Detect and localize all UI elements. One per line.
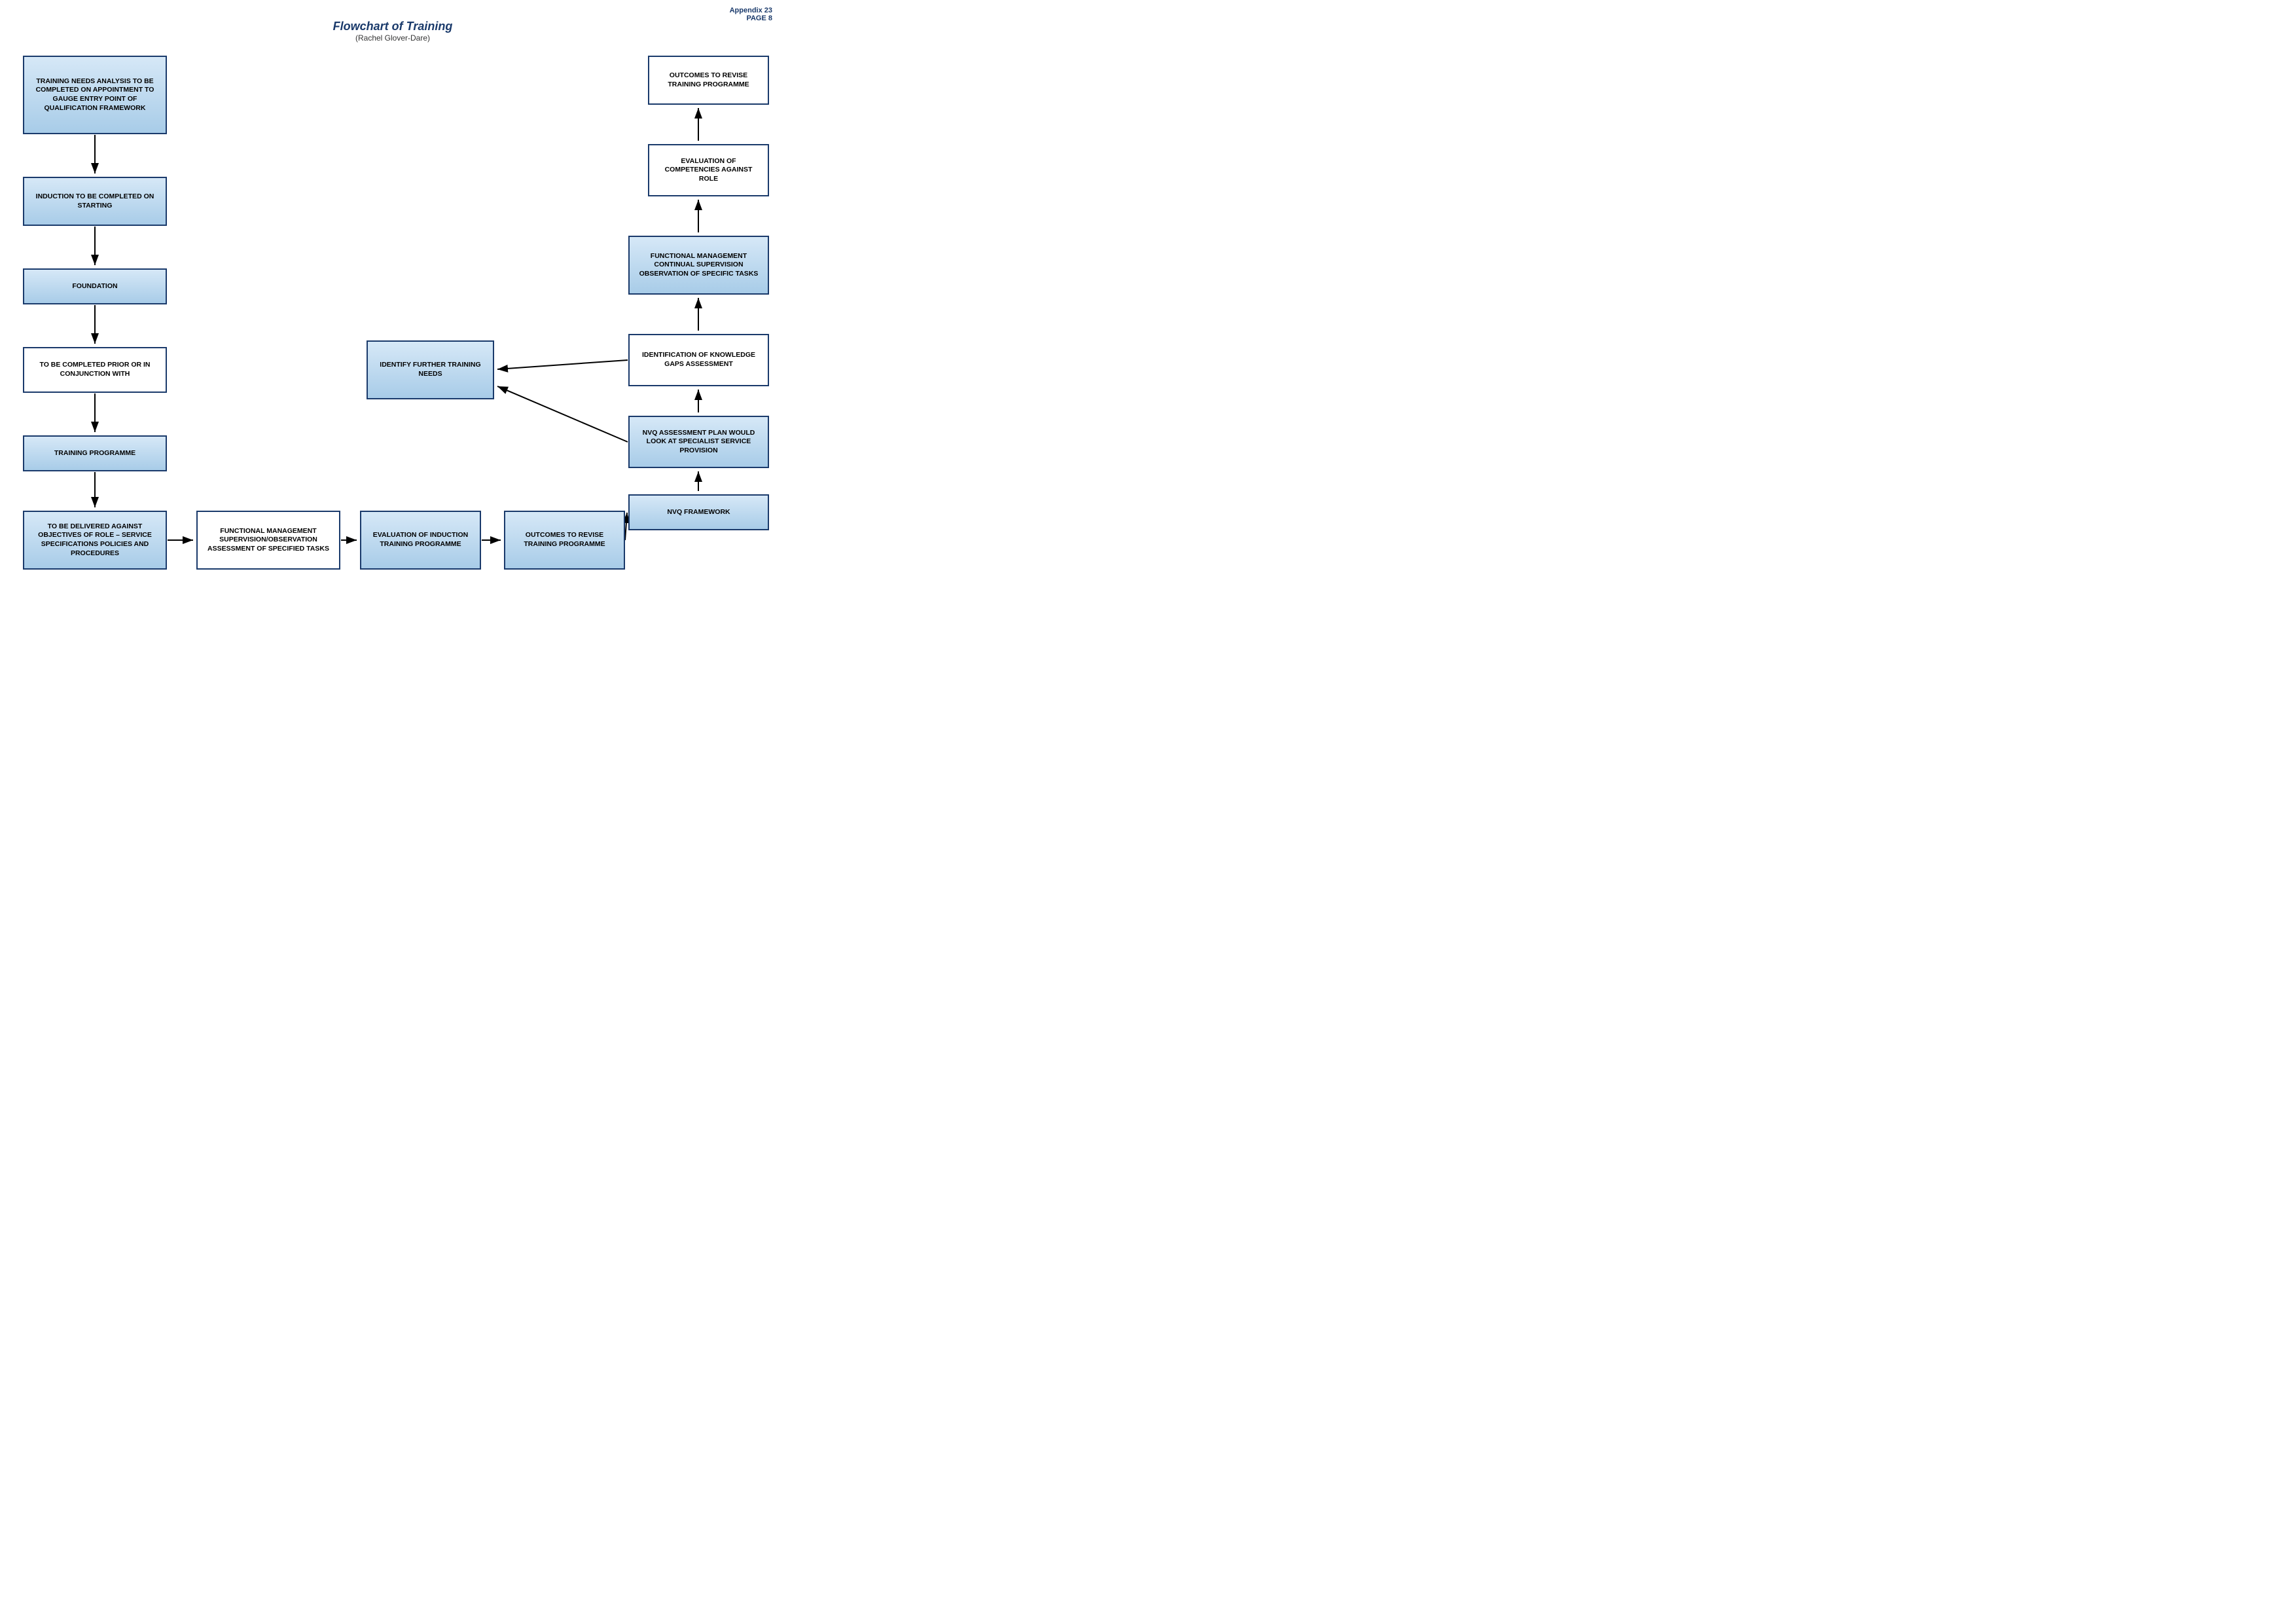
box-evaluation-induction: EVALUATION OF INDUCTION TRAINING PROGRAM…: [360, 511, 481, 570]
chart-title: Flowchart of Training: [13, 20, 772, 33]
box-functional-mgmt: FUNCTIONAL MANAGEMENT CONTINUAL SUPERVIS…: [628, 236, 769, 295]
box-identification: IDENTIFICATION OF KNOWLEDGE GAPS ASSESSM…: [628, 334, 769, 386]
flowchart: TRAINING NEEDS ANALYSIS TO BE COMPLETED …: [13, 52, 772, 570]
box-outcomes-bottom: OUTCOMES TO REVISE TRAINING PROGRAMME: [504, 511, 625, 570]
box-nvq-assessment: NVQ ASSESSMENT PLAN WOULD LOOK AT SPECIA…: [628, 416, 769, 468]
box-identify-training: IDENTIFY FURTHER TRAINING NEEDS: [367, 340, 494, 399]
box-prior: TO BE COMPLETED PRIOR OR IN CONJUNCTION …: [23, 347, 167, 393]
appendix-label: Appendix 23: [730, 7, 772, 14]
page-label: PAGE 8: [730, 14, 772, 22]
page-container: Appendix 23 PAGE 8 Flowchart of Training…: [0, 0, 785, 583]
box-nvq-framework: NVQ FRAMEWORK: [628, 494, 769, 530]
box-tna: TRAINING NEEDS ANALYSIS TO BE COMPLETED …: [23, 56, 167, 134]
header-appendix: Appendix 23 PAGE 8: [730, 7, 772, 22]
title-area: Flowchart of Training (Rachel Glover-Dar…: [13, 13, 772, 43]
box-evaluation-comp: EVALUATION OF COMPETENCIES AGAINST ROLE: [648, 144, 769, 196]
box-induction: INDUCTION TO BE COMPLETED ON STARTING: [23, 177, 167, 226]
box-foundation: FOUNDATION: [23, 268, 167, 304]
box-delivered: TO BE DELIVERED AGAINST OBJECTIVES OF RO…: [23, 511, 167, 570]
box-functional-bottom: FUNCTIONAL MANAGEMENT SUPERVISION/OBSERV…: [196, 511, 340, 570]
chart-subtitle: (Rachel Glover-Dare): [13, 33, 772, 43]
box-outcomes-top: OUTCOMES TO REVISE TRAINING PROGRAMME: [648, 56, 769, 105]
box-training-prog: TRAINING PROGRAMME: [23, 435, 167, 471]
